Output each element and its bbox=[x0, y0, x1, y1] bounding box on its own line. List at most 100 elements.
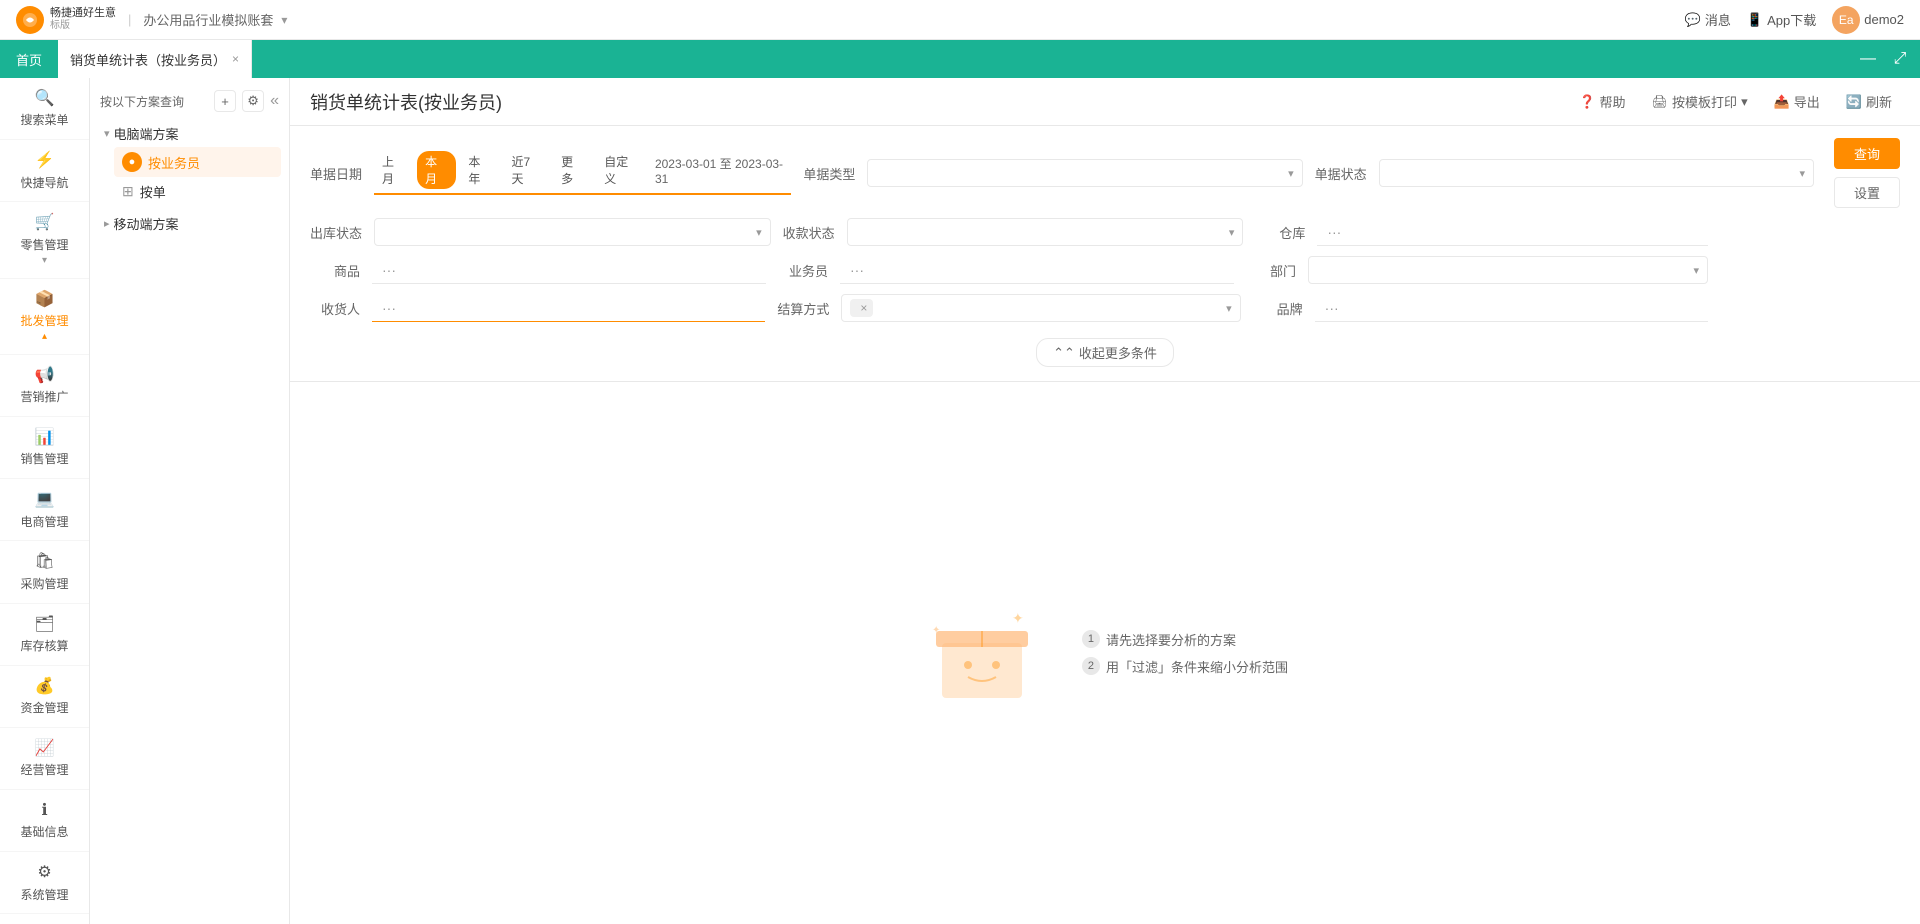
dept-select[interactable]: ▾ bbox=[1308, 256, 1708, 284]
brand-dots[interactable]: ··· bbox=[1325, 300, 1339, 316]
sidebar-item-quicknav[interactable]: ⚡ 快捷导航 bbox=[0, 140, 89, 202]
hint-1-text: 请先选择要分析的方案 bbox=[1106, 630, 1236, 649]
main-layout: 🔍 搜索菜单 ⚡ 快捷导航 🛒 零售管理 ▾ 📦 批发管理 ▴ 📢 营销推广 📊… bbox=[0, 78, 1920, 924]
sidebar-item-retail[interactable]: 🛒 零售管理 ▾ bbox=[0, 202, 89, 278]
goods-field[interactable]: ··· bbox=[372, 256, 766, 284]
filter-row-2: 出库状态 ▾ 收款状态 ▾ 仓库 ··· bbox=[310, 218, 1900, 246]
tab-close-button[interactable]: × bbox=[232, 52, 239, 66]
brand-label: 品牌 bbox=[1253, 299, 1303, 318]
collapse-icon: ⌃⌃ bbox=[1053, 345, 1075, 361]
warehouse-field[interactable]: ··· bbox=[1317, 218, 1708, 246]
content-area: 按以下方案查询 + ⚙ « ▾ 电脑端方案 ● 按业务员 bbox=[90, 78, 1920, 924]
sidebar-item-collab[interactable]: 🤝 企业协同 bbox=[0, 914, 89, 924]
sidebar-item-purchase[interactable]: 🛍 采购管理 bbox=[0, 541, 89, 603]
tree-parent-desktop[interactable]: ▾ 电脑端方案 bbox=[98, 120, 281, 147]
message-button[interactable]: 💬 消息 bbox=[1685, 10, 1731, 29]
sidebar-item-finance[interactable]: 💰 资金管理 bbox=[0, 666, 89, 728]
goods-dots[interactable]: ··· bbox=[382, 262, 396, 278]
wholesale-icon: 📦 bbox=[35, 289, 55, 311]
filter-area: 单据日期 上月 本月 本年 近7天 更多 自定义 2023-03-01 至 20… bbox=[290, 126, 1920, 382]
date-last-7days[interactable]: 近7天 bbox=[503, 151, 549, 189]
out-status-select[interactable]: ▾ bbox=[374, 218, 771, 246]
sidebar-item-marketing[interactable]: 📢 营销推广 bbox=[0, 355, 89, 417]
sidebar-item-operations[interactable]: 📈 经营管理 bbox=[0, 728, 89, 790]
collapse-panel-button[interactable]: « bbox=[270, 92, 279, 110]
warehouse-label: 仓库 bbox=[1255, 223, 1305, 242]
settlement-select[interactable]: × ▾ bbox=[841, 294, 1240, 322]
quicknav-icon: ⚡ bbox=[35, 150, 55, 172]
print-arrow-icon: ▾ bbox=[1741, 94, 1748, 110]
empty-state: ✦ ✦ 1 请先选择要分析的方案 bbox=[290, 382, 1920, 924]
tree-parent-label: 移动端方案 bbox=[114, 214, 179, 233]
settlement-tag-close[interactable]: × bbox=[860, 301, 867, 315]
staff-field[interactable]: ··· bbox=[840, 256, 1234, 284]
sidebar-item-search[interactable]: 🔍 搜索菜单 bbox=[0, 78, 89, 140]
tree-children-desktop: ● 按业务员 ⊞ 按单 bbox=[98, 147, 281, 206]
top-header: 畅捷通好生意 标版 | 办公用品行业模拟账套 ▾ 💬 消息 📱 App下载 Ea… bbox=[0, 0, 1920, 40]
empty-illustration: ✦ ✦ bbox=[922, 603, 1042, 703]
tree-parent-mobile[interactable]: ▸ 移动端方案 bbox=[98, 210, 281, 237]
help-button[interactable]: ❓ 帮助 bbox=[1571, 88, 1633, 115]
tab-maximize-button[interactable]: ⤢ bbox=[1888, 47, 1912, 71]
sidebar-item-label: 零售管理 bbox=[20, 237, 68, 254]
print-button[interactable]: 🖨 按模板打印 ▾ bbox=[1644, 88, 1756, 115]
consignee-field[interactable]: ··· bbox=[372, 294, 765, 322]
grid-icon: ⊞ bbox=[122, 183, 134, 200]
purchase-icon: 🛍 bbox=[34, 551, 54, 573]
date-this-month[interactable]: 本月 bbox=[417, 151, 456, 189]
home-tab[interactable]: 首页 bbox=[0, 40, 58, 78]
date-more[interactable]: 更多 bbox=[553, 151, 592, 189]
date-last-month[interactable]: 上月 bbox=[374, 151, 413, 189]
hint-1-number: 1 bbox=[1082, 630, 1100, 648]
sidebar-item-label: 采购管理 bbox=[20, 576, 68, 593]
dept-label: 部门 bbox=[1246, 261, 1296, 280]
staff-scheme-icon: ● bbox=[122, 152, 142, 172]
sidebar-item-label: 搜索菜单 bbox=[20, 112, 68, 129]
consignee-dots[interactable]: ··· bbox=[382, 300, 396, 316]
left-panel-icons: + ⚙ « bbox=[214, 90, 279, 112]
sidebar-item-system[interactable]: ⚙ 系统管理 bbox=[0, 852, 89, 914]
doc-type-select[interactable]: ▾ bbox=[867, 159, 1302, 187]
collapse-filters-button[interactable]: ⌃⌃ 收起更多条件 bbox=[1036, 338, 1174, 367]
avatar: Ea bbox=[1832, 6, 1860, 34]
date-label: 单据日期 bbox=[310, 164, 362, 183]
sidebar-item-wholesale[interactable]: 📦 批发管理 ▴ bbox=[0, 279, 89, 355]
export-button[interactable]: 📤 导出 bbox=[1766, 88, 1828, 115]
date-bar: 上月 本月 本年 近7天 更多 自定义 2023-03-01 至 2023-03… bbox=[374, 151, 791, 189]
sidebar-item-inventory[interactable]: 🗂 库存核算 bbox=[0, 604, 89, 666]
receipt-status-select[interactable]: ▾ bbox=[847, 218, 1244, 246]
inventory-icon: 🗂 bbox=[34, 614, 54, 636]
query-button[interactable]: 查询 bbox=[1834, 138, 1900, 169]
sidebar-item-sales[interactable]: 📊 销售管理 bbox=[0, 417, 89, 479]
export-icon: 📤 bbox=[1774, 94, 1790, 110]
refresh-button[interactable]: 🔄 刷新 bbox=[1838, 88, 1900, 115]
svg-text:✦: ✦ bbox=[1012, 610, 1024, 626]
brand-field[interactable]: ··· bbox=[1315, 294, 1708, 322]
add-scheme-button[interactable]: + bbox=[214, 90, 236, 112]
tab-minimize-button[interactable]: — bbox=[1856, 47, 1880, 71]
scheme-settings-button[interactable]: ⚙ bbox=[242, 90, 264, 112]
finance-icon: 💰 bbox=[35, 676, 55, 698]
sidebar-item-ecommerce[interactable]: 💻 电商管理 bbox=[0, 479, 89, 541]
sidebar-item-label: 库存核算 bbox=[20, 638, 68, 655]
chevron-up-icon: ▴ bbox=[42, 330, 47, 344]
receipt-status-label: 收款状态 bbox=[783, 223, 835, 242]
out-status-arrow-icon: ▾ bbox=[756, 226, 762, 239]
breadcrumb-arrow-icon[interactable]: ▾ bbox=[281, 13, 287, 27]
svg-text:✦: ✦ bbox=[932, 625, 940, 636]
staff-dots[interactable]: ··· bbox=[850, 262, 864, 278]
tree-child-by-staff[interactable]: ● 按业务员 bbox=[114, 147, 281, 177]
tree-child-by-order[interactable]: ⊞ 按单 bbox=[114, 177, 281, 206]
sidebar-item-label: 资金管理 bbox=[20, 700, 68, 717]
sidebar-item-basic-info[interactable]: ℹ 基础信息 bbox=[0, 790, 89, 852]
date-this-year[interactable]: 本年 bbox=[460, 151, 499, 189]
sidebar-item-label: 营销推广 bbox=[20, 389, 68, 406]
user-menu[interactable]: Ea demo2 bbox=[1832, 6, 1904, 34]
date-custom[interactable]: 自定义 bbox=[596, 151, 647, 189]
active-tab[interactable]: 销货单统计表（按业务员） × bbox=[58, 40, 252, 78]
settings-button[interactable]: 设置 bbox=[1834, 177, 1900, 208]
refresh-icon: 🔄 bbox=[1846, 94, 1862, 110]
doc-status-select[interactable]: ▾ bbox=[1379, 159, 1814, 187]
warehouse-dots[interactable]: ··· bbox=[1327, 224, 1341, 240]
app-download-button[interactable]: 📱 App下载 bbox=[1747, 10, 1816, 29]
